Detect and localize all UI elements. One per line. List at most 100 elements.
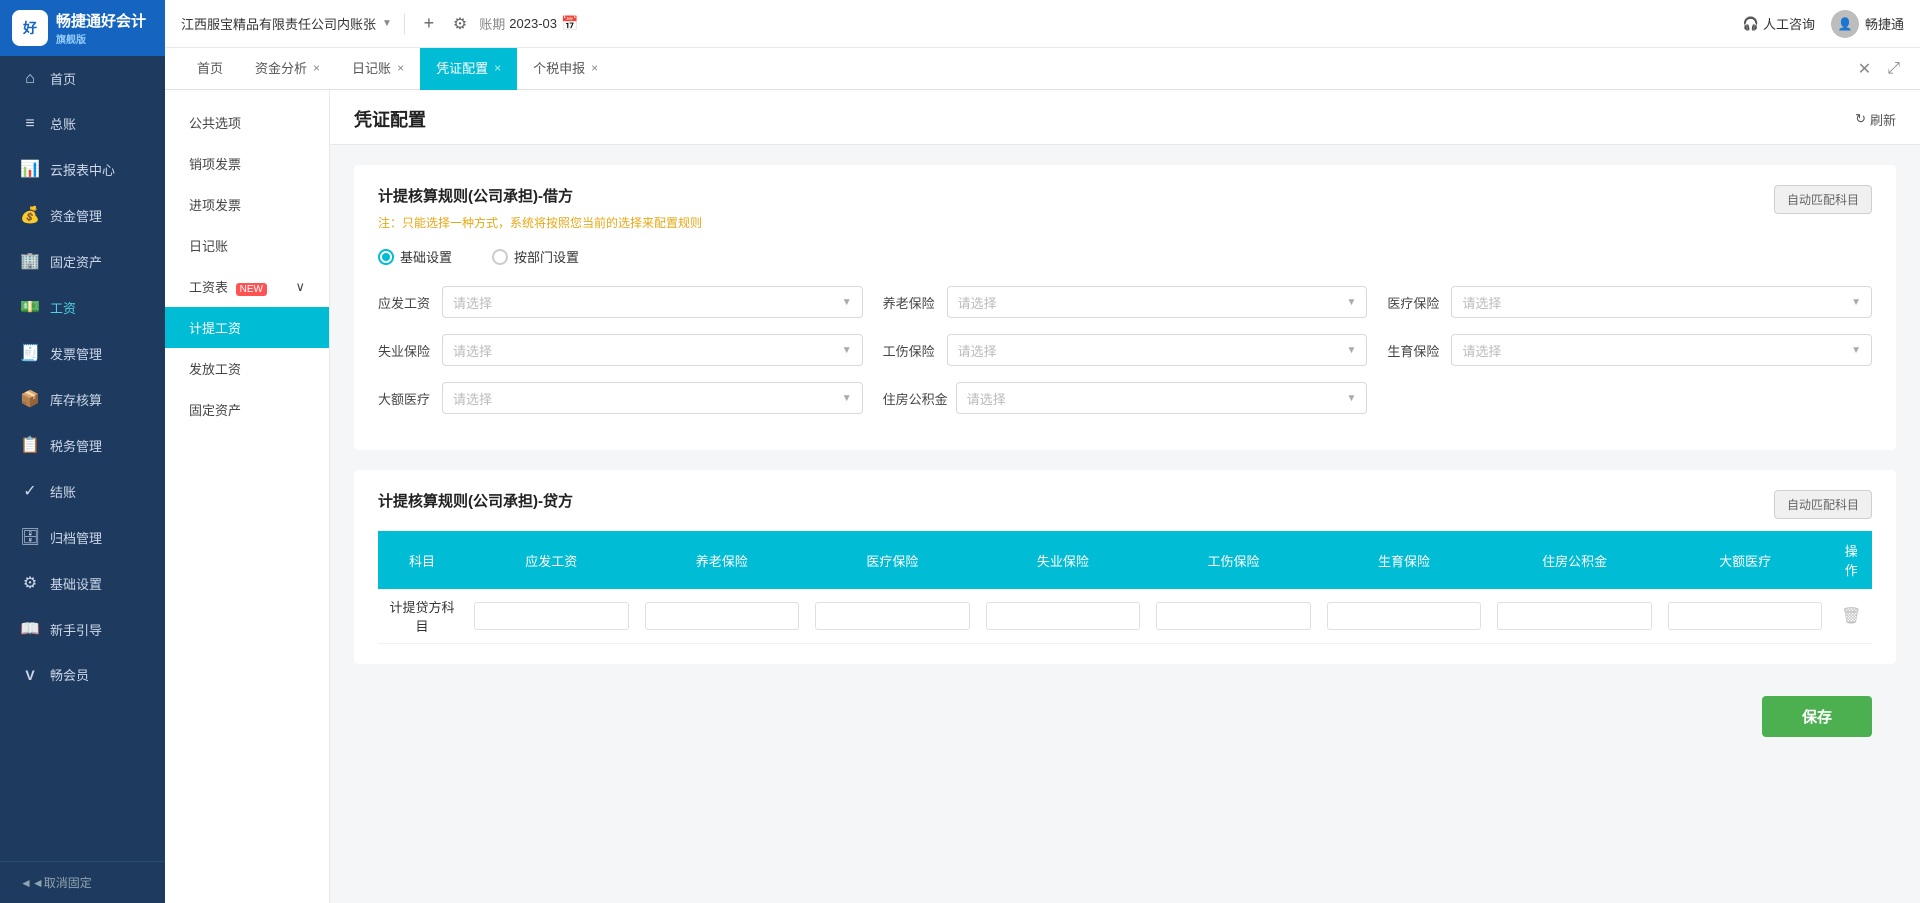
sidebar-unpin-button[interactable]: ◄◄取消固定 xyxy=(0,861,165,903)
credit-maternity-input[interactable] xyxy=(1327,602,1482,630)
field-major-medical: 大额医疗 请选择 ▼ xyxy=(378,382,863,414)
th-unemployment: 失业保险 xyxy=(978,531,1149,589)
td-pension-input xyxy=(637,589,808,644)
maternity-arrow-icon: ▼ xyxy=(1851,345,1861,356)
guide-icon: 📖 xyxy=(20,619,40,639)
gross-salary-select[interactable]: 请选择 ▼ xyxy=(442,286,863,318)
pension-arrow-icon: ▼ xyxy=(1346,297,1356,308)
debit-form-row-1: 应发工资 请选择 ▼ 养老保险 请选择 ▼ xyxy=(378,286,1872,318)
user-menu[interactable]: 👤 畅捷通 xyxy=(1831,10,1904,38)
th-medical: 医疗保险 xyxy=(807,531,978,589)
consult-button[interactable]: 🎧 人工咨询 xyxy=(1743,14,1815,33)
sidebar-item-guide[interactable]: 📖 新手引导 xyxy=(0,606,165,652)
tab-close-voucher-config[interactable]: × xyxy=(494,61,501,75)
subnav-item-public[interactable]: 公共选项 xyxy=(165,102,329,143)
medical-placeholder: 请选择 xyxy=(1462,293,1501,312)
radio-basic[interactable]: 基础设置 xyxy=(378,247,452,266)
delete-row-button[interactable]: 🗑 xyxy=(1841,606,1861,626)
content-area: 公共选项 销项发票 进项发票 日记账 工资表 NEW ∨ 计提工资 xyxy=(165,90,1920,903)
td-medical-input xyxy=(807,589,978,644)
save-button[interactable]: 保存 xyxy=(1762,696,1872,737)
credit-unemployment-input[interactable] xyxy=(986,602,1141,630)
subnav-item-journal[interactable]: 日记账 xyxy=(165,225,329,266)
calendar-icon[interactable]: 📅 xyxy=(561,15,578,32)
td-major-medical-input xyxy=(1660,589,1831,644)
tab-journal[interactable]: 日记账 × xyxy=(336,48,420,90)
tab-close-tax-report[interactable]: × xyxy=(591,61,598,75)
sidebar-item-tax[interactable]: 📋 税务管理 xyxy=(0,422,165,468)
unemployment-select[interactable]: 请选择 ▼ xyxy=(442,334,863,366)
tab-funds[interactable]: 资金分析 × xyxy=(239,48,336,90)
expand-arrow-icon: ∨ xyxy=(295,279,305,295)
sidebar-item-closing[interactable]: ✓ 结账 xyxy=(0,468,165,514)
sidebar-item-settings[interactable]: ⚙ 基础设置 xyxy=(0,560,165,606)
settings-gear-icon[interactable]: ⚙ xyxy=(453,14,467,34)
expand-button[interactable]: ⤢ xyxy=(1883,55,1904,83)
tab-close-funds[interactable]: × xyxy=(313,61,320,75)
add-account-button[interactable]: + xyxy=(417,12,441,36)
gross-salary-label: 应发工资 xyxy=(378,293,434,312)
sidebar-item-reports[interactable]: 📊 云报表中心 xyxy=(0,146,165,192)
home-icon: ⌂ xyxy=(20,70,40,88)
work-injury-select[interactable]: 请选择 ▼ xyxy=(947,334,1368,366)
housing-fund-label: 住房公积金 xyxy=(883,389,948,408)
pension-select[interactable]: 请选择 ▼ xyxy=(947,286,1368,318)
tax-icon: 📋 xyxy=(20,435,40,455)
sidebar-item-vip[interactable]: V 畅会员 xyxy=(0,652,165,697)
subnav-item-pay-salary[interactable]: 发放工资 xyxy=(165,348,329,389)
credit-housing-fund-input[interactable] xyxy=(1497,602,1652,630)
refresh-button[interactable]: ↻ 刷新 xyxy=(1855,110,1896,129)
panel-header: 凭证配置 ↻ 刷新 xyxy=(330,90,1920,145)
sidebar-item-funds[interactable]: 💰 资金管理 xyxy=(0,192,165,238)
housing-fund-arrow-icon: ▼ xyxy=(1346,393,1356,404)
subnav-item-fixed-assets[interactable]: 固定资产 xyxy=(165,389,329,430)
sidebar-item-invoice[interactable]: 🧾 发票管理 xyxy=(0,330,165,376)
close-all-tabs-button[interactable]: ✕ xyxy=(1854,55,1875,83)
subnav-item-salary-table[interactable]: 工资表 NEW ∨ xyxy=(165,266,329,307)
medical-label: 医疗保险 xyxy=(1387,293,1443,312)
td-action: 🗑 xyxy=(1830,589,1872,644)
table-header-row: 科目 应发工资 养老保险 医疗保险 失业保险 工伤保险 生育保险 住房公积金 大… xyxy=(378,531,1872,589)
radio-basic-circle xyxy=(378,249,394,265)
tab-home[interactable]: 首页 xyxy=(181,48,239,90)
sidebar-item-salary[interactable]: 💵 工资 xyxy=(0,284,165,330)
subnav-item-advance-salary[interactable]: 计提工资 xyxy=(165,307,329,348)
credit-pension-input[interactable] xyxy=(645,602,800,630)
th-maternity: 生育保险 xyxy=(1319,531,1490,589)
debit-section-title: 计提核算规则(公司承担)-借方 xyxy=(378,185,702,206)
housing-fund-select[interactable]: 请选择 ▼ xyxy=(956,382,1368,414)
sidebar-item-assets[interactable]: 🏢 固定资产 xyxy=(0,238,165,284)
debit-section: 计提核算规则(公司承担)-借方 注：只能选择一种方式，系统将按照您当前的选择来配… xyxy=(354,165,1896,450)
topbar: 江西服宝精品有限责任公司内账张 ▼ + ⚙ 账期 2023-03 📅 🎧 人工咨… xyxy=(165,0,1920,48)
tab-tax-report[interactable]: 个税申报 × xyxy=(517,48,614,90)
company-selector[interactable]: 江西服宝精品有限责任公司内账张 ▼ xyxy=(181,14,392,33)
sidebar-item-ledger[interactable]: ≡ 总账 xyxy=(0,101,165,146)
radio-group: 基础设置 按部门设置 xyxy=(378,247,1872,266)
credit-medical-input[interactable] xyxy=(815,602,970,630)
credit-major-medical-input[interactable] xyxy=(1668,602,1823,630)
unemployment-arrow-icon: ▼ xyxy=(842,345,852,356)
assets-icon: 🏢 xyxy=(20,251,40,271)
housing-fund-placeholder: 请选择 xyxy=(967,389,1006,408)
debit-form-row-3: 大额医疗 请选择 ▼ 住房公积金 请选择 ▼ xyxy=(378,382,1872,414)
tab-voucher-config[interactable]: 凭证配置 × xyxy=(420,48,517,90)
credit-table: 科目 应发工资 养老保险 医疗保险 失业保险 工伤保险 生育保险 住房公积金 大… xyxy=(378,531,1872,644)
radio-dept[interactable]: 按部门设置 xyxy=(492,247,579,266)
major-medical-select[interactable]: 请选择 ▼ xyxy=(442,382,863,414)
subnav-item-sales[interactable]: 销项发票 xyxy=(165,143,329,184)
sidebar-item-inventory[interactable]: 📦 库存核算 xyxy=(0,376,165,422)
medical-select[interactable]: 请选择 ▼ xyxy=(1451,286,1872,318)
radio-dept-circle xyxy=(492,249,508,265)
debit-auto-match-button[interactable]: 自动匹配科目 xyxy=(1774,185,1872,214)
subnav-item-purchase[interactable]: 进项发票 xyxy=(165,184,329,225)
credit-work-injury-input[interactable] xyxy=(1156,602,1311,630)
credit-gross-salary-input[interactable] xyxy=(474,602,629,630)
gross-salary-placeholder: 请选择 xyxy=(453,293,492,312)
tab-close-journal[interactable]: × xyxy=(397,61,404,75)
sidebar-item-archive[interactable]: 🗄 归档管理 xyxy=(0,514,165,560)
sidebar-item-home[interactable]: ⌂ 首页 xyxy=(0,56,165,101)
maternity-select[interactable]: 请选择 ▼ xyxy=(1451,334,1872,366)
pension-placeholder: 请选择 xyxy=(958,293,997,312)
credit-auto-match-button[interactable]: 自动匹配科目 xyxy=(1774,490,1872,519)
tabbar: 首页 资金分析 × 日记账 × 凭证配置 × 个税申报 × ✕ ⤢ xyxy=(165,48,1920,90)
